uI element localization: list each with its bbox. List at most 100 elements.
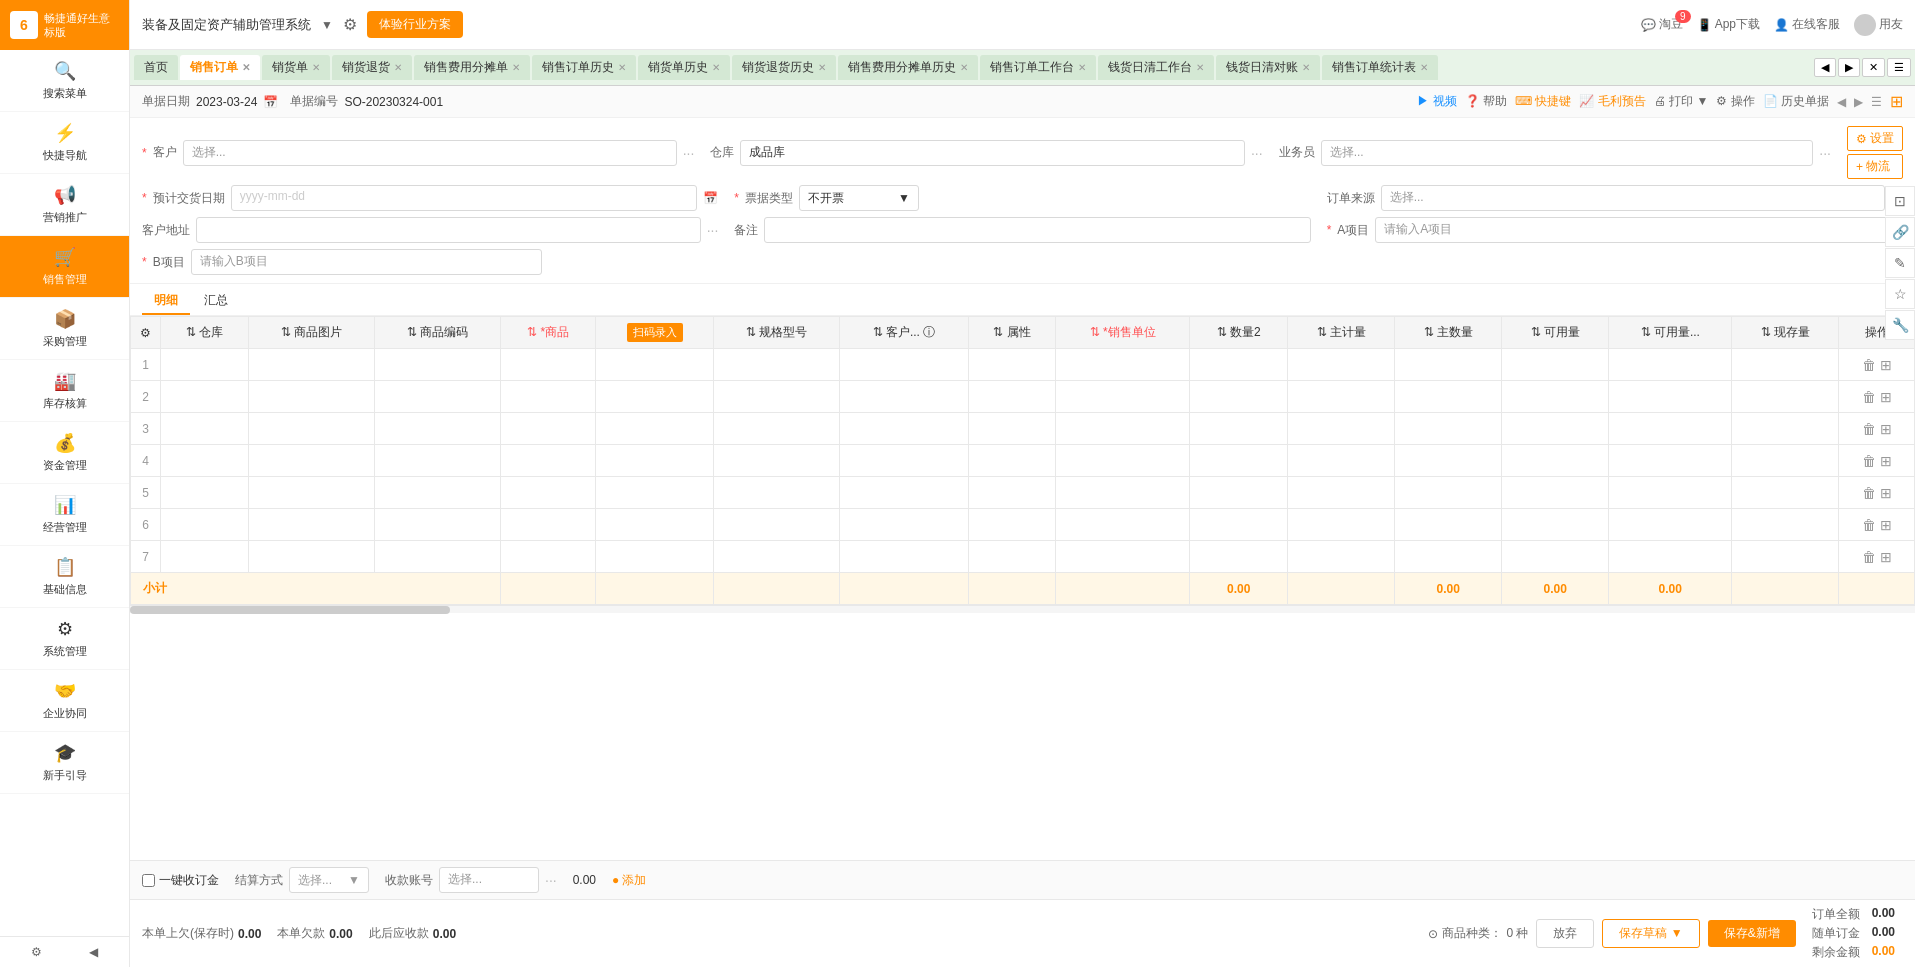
cell-spec-3[interactable]	[713, 413, 839, 445]
service-item[interactable]: 👤 在线客服	[1774, 16, 1840, 33]
rfloat-btn-2[interactable]: 🔗	[1885, 217, 1915, 247]
cell-code-2[interactable]	[374, 381, 500, 413]
tab-return-history[interactable]: 销货单历史 ✕	[638, 55, 730, 80]
copy-row-1-icon[interactable]: ⊞	[1880, 357, 1892, 373]
warehouse-input[interactable]: 成品库	[740, 140, 1245, 166]
tab-sales-fee[interactable]: 销售费用分摊单 ✕	[414, 55, 530, 80]
delivery-date-calendar-icon[interactable]: 📅	[703, 191, 718, 205]
cell-product-2[interactable]	[501, 381, 596, 413]
cell-spec-5[interactable]	[713, 477, 839, 509]
sidebar-item-enterprise[interactable]: 🤝 企业协同	[0, 670, 129, 732]
th-product[interactable]: ⇅ *商品	[501, 317, 596, 349]
scan-btn[interactable]: 扫码录入	[627, 323, 683, 342]
cell-unit-2[interactable]	[1056, 381, 1190, 413]
print-btn[interactable]: 🖨 打印 ▼	[1654, 93, 1709, 110]
cell-main-qty-5[interactable]	[1395, 477, 1502, 509]
project-b-input[interactable]: 请输入B项目	[191, 249, 542, 275]
cell-unit-4[interactable]	[1056, 445, 1190, 477]
delete-row-3-icon[interactable]: 🗑	[1862, 421, 1876, 437]
scrollbar-thumb[interactable]	[130, 606, 450, 614]
settings-icon-topbar[interactable]: ⚙	[343, 15, 357, 34]
cell-attribute-7[interactable]	[968, 541, 1056, 573]
cell-qty2-4[interactable]	[1190, 445, 1288, 477]
tab-fee-history-close[interactable]: ✕	[960, 62, 968, 73]
cell-product-7[interactable]	[501, 541, 596, 573]
th-scan[interactable]: 扫码录入	[596, 317, 714, 349]
copy-row-4-icon[interactable]: ⊞	[1880, 453, 1892, 469]
cell-qty2-5[interactable]	[1190, 477, 1288, 509]
cell-spec-7[interactable]	[713, 541, 839, 573]
user-item[interactable]: 用友	[1854, 14, 1903, 36]
cell-warehouse-7[interactable]	[161, 541, 249, 573]
cell-code-1[interactable]	[374, 349, 500, 381]
tab-return-history-close[interactable]: ✕	[712, 62, 720, 73]
save-draft-btn[interactable]: 保存草稿 ▼	[1602, 919, 1699, 948]
discard-btn[interactable]: 放弃	[1536, 919, 1594, 948]
th-gear[interactable]: ⚙	[131, 317, 161, 349]
shortcut-btn[interactable]: ⌨ 快捷键	[1515, 93, 1571, 110]
tab-prev-btn[interactable]: ◀	[1814, 58, 1836, 77]
sidebar-item-nav[interactable]: ⚡ 快捷导航	[0, 112, 129, 174]
rfloat-btn-1[interactable]: ⊡	[1885, 186, 1915, 216]
cell-main-qty-6[interactable]	[1395, 509, 1502, 541]
date-calendar-icon[interactable]: 📅	[263, 95, 278, 109]
message-icon-item[interactable]: 💬 淘豆 9	[1641, 16, 1683, 33]
delete-row-5-icon[interactable]: 🗑	[1862, 485, 1876, 501]
warehouse-more-icon[interactable]: ···	[1251, 145, 1263, 161]
ops-btn[interactable]: ⚙ 操作	[1716, 93, 1754, 110]
copy-row-3-icon[interactable]: ⊞	[1880, 421, 1892, 437]
tab-sales-stats[interactable]: 销售订单统计表 ✕	[1322, 55, 1438, 80]
cell-product-1[interactable]	[501, 349, 596, 381]
tab-return-goods[interactable]: 销货退货 ✕	[332, 55, 412, 80]
delete-row-4-icon[interactable]: 🗑	[1862, 453, 1876, 469]
rfloat-btn-5[interactable]: 🔧	[1885, 310, 1915, 340]
tab-sales-return-close[interactable]: ✕	[312, 62, 320, 73]
delete-row-7-icon[interactable]: 🗑	[1862, 549, 1876, 565]
sidebar-item-guide[interactable]: 🎓 新手引导	[0, 732, 129, 794]
project-a-input[interactable]: 请输入A项目	[1375, 217, 1903, 243]
tab-sales-order[interactable]: 销售订单 ✕	[180, 55, 260, 80]
tab-return-goods-close[interactable]: ✕	[394, 62, 402, 73]
cell-main-qty-2[interactable]	[1395, 381, 1502, 413]
cell-attribute-6[interactable]	[968, 509, 1056, 541]
cell-product-3[interactable]	[501, 413, 596, 445]
sidebar-item-inventory[interactable]: 🏭 库存核算	[0, 360, 129, 422]
address-more-icon[interactable]: ···	[707, 222, 719, 238]
tab-order-history[interactable]: 销售订单历史 ✕	[532, 55, 636, 80]
sidebar-item-finance[interactable]: 💰 资金管理	[0, 422, 129, 484]
rfloat-btn-3[interactable]: ✎	[1885, 248, 1915, 278]
cell-product-5[interactable]	[501, 477, 596, 509]
sidebar-item-marketing[interactable]: 📢 营销推广	[0, 174, 129, 236]
invoice-type-select[interactable]: 不开票 ▼	[799, 185, 919, 211]
cell-attribute-2[interactable]	[968, 381, 1056, 413]
cell-customer-code-7[interactable]	[840, 541, 968, 573]
cell-unit-3[interactable]	[1056, 413, 1190, 445]
cell-spec-2[interactable]	[713, 381, 839, 413]
staff-input[interactable]: 选择...	[1321, 140, 1814, 166]
cell-unit-1[interactable]	[1056, 349, 1190, 381]
history-btn[interactable]: 📄 历史单据	[1763, 93, 1829, 110]
one-click-deposit-checkbox[interactable]	[142, 874, 155, 887]
copy-row-6-icon[interactable]: ⊞	[1880, 517, 1892, 533]
cell-warehouse-4[interactable]	[161, 445, 249, 477]
tab-order-workbench-close[interactable]: ✕	[1078, 62, 1086, 73]
tab-menu-btn[interactable]: ☰	[1887, 58, 1911, 77]
cell-spec-1[interactable]	[713, 349, 839, 381]
payment-method-select[interactable]: 选择... ▼	[289, 867, 369, 893]
settings-btn[interactable]: ⚙ 设置	[1847, 126, 1903, 151]
delete-row-1-icon[interactable]: 🗑	[1862, 357, 1876, 373]
add-btn[interactable]: ● 添加	[612, 872, 646, 889]
delete-row-2-icon[interactable]: 🗑	[1862, 389, 1876, 405]
sidebar-settings-icon[interactable]: ⚙	[31, 945, 42, 959]
order-source-input[interactable]: 选择...	[1381, 185, 1886, 211]
sidebar-item-purchase[interactable]: 📦 采购管理	[0, 298, 129, 360]
sidebar-item-sales[interactable]: 🛒 销售管理	[0, 236, 129, 298]
cell-qty2-1[interactable]	[1190, 349, 1288, 381]
logistics-btn[interactable]: + 物流	[1847, 154, 1903, 179]
tab-cash-daily-close[interactable]: ✕	[1196, 62, 1204, 73]
cell-main-qty-4[interactable]	[1395, 445, 1502, 477]
remark-input[interactable]	[764, 217, 1310, 243]
tab-home[interactable]: 首页	[134, 55, 178, 80]
customer-input[interactable]: 选择...	[183, 140, 677, 166]
cell-code-6[interactable]	[374, 509, 500, 541]
